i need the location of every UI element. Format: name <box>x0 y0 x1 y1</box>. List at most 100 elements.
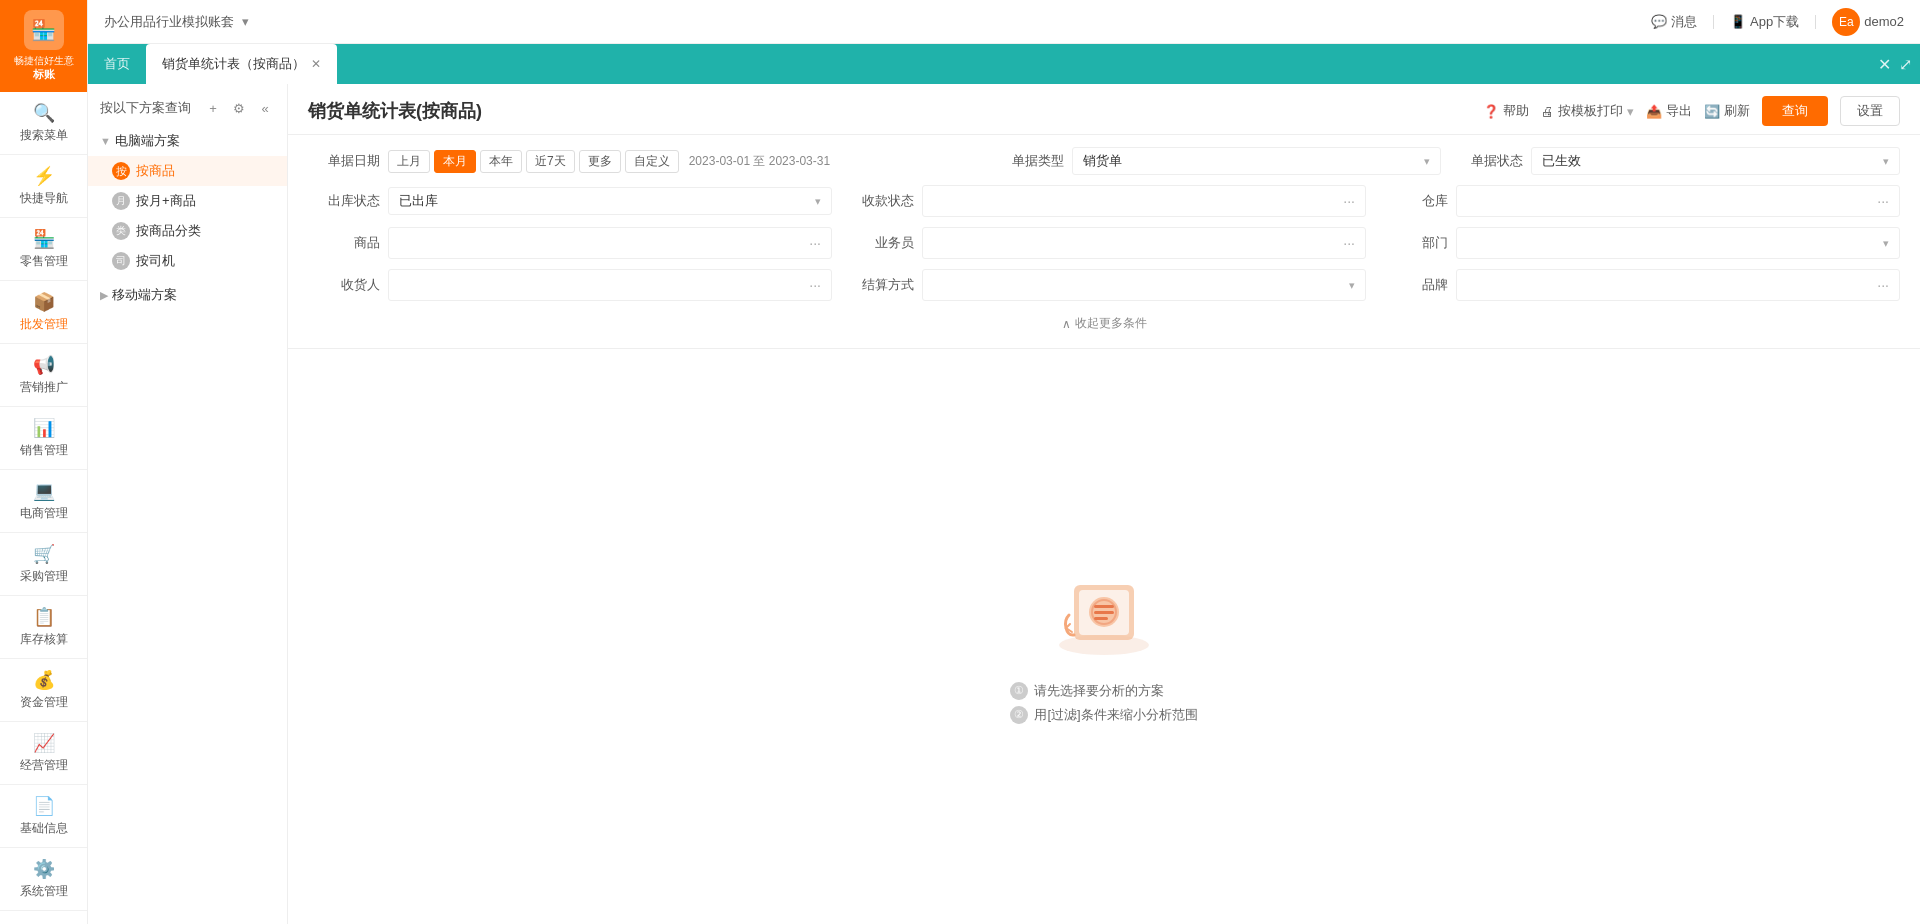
finance-icon: 💰 <box>33 669 55 691</box>
chevron-right-icon: ▶ <box>100 289 108 302</box>
recipient-select[interactable]: ··· <box>388 269 832 301</box>
tab-bar-actions: ✕ ⤢ <box>1878 55 1920 74</box>
help-btn[interactable]: ❓ 帮助 <box>1483 102 1529 120</box>
right-panel: 销货单统计表(按商品) ❓ 帮助 🖨 按模板打印 ▾ 📤 导出 <box>288 84 1920 924</box>
tab-sales-stat[interactable]: 销货单统计表（按商品） ✕ <box>146 44 337 84</box>
salesperson-filter: 业务员 ··· <box>842 227 1366 259</box>
header-right: 💬 消息 📱 App下载 Ea demo2 <box>1651 8 1904 36</box>
filter-row-2: 出库状态 已出库 ▾ 收款状态 ··· <box>308 185 1900 217</box>
dropdown-arrow[interactable]: ▾ <box>242 14 249 29</box>
app-logo: 🏪 畅捷信好生意 标账 <box>0 0 88 92</box>
sidebar-item-label: 系统管理 <box>20 883 68 900</box>
settings-btn[interactable]: 设置 <box>1840 96 1900 126</box>
sidebar-item-purchase[interactable]: 🛒 采购管理 <box>0 533 87 596</box>
header-left: 办公用品行业模拟账套 ▾ <box>104 13 249 31</box>
filter-row-1: 单据日期 上月 本月 本年 近7天 更多 自定义 2023-03-01 至 20… <box>308 147 1900 175</box>
refresh-btn[interactable]: 🔄 刷新 <box>1704 102 1750 120</box>
desktop-group-header[interactable]: ▼ 电脑端方案 <box>88 126 287 156</box>
left-panel-header-actions: + ⚙ « <box>203 98 275 118</box>
app-download-label: App下载 <box>1750 13 1799 31</box>
collapse-label: 收起更多条件 <box>1075 315 1147 332</box>
print-template-btn[interactable]: 🖨 按模板打印 ▾ <box>1541 102 1634 120</box>
doc-type-select[interactable]: 销货单 ▾ <box>1072 147 1441 175</box>
sidebar: 🏪 畅捷信好生意 标账 🔍 搜索菜单 ⚡ 快捷导航 🏪 零售管理 📦 批发管理 … <box>0 0 88 924</box>
sidebar-item-ecommerce[interactable]: 💻 电商管理 <box>0 470 87 533</box>
sidebar-item-system[interactable]: ⚙️ 系统管理 <box>0 848 87 911</box>
brand-select[interactable]: ··· <box>1456 269 1900 301</box>
doc-status-label: 单据状态 <box>1451 152 1531 170</box>
sidebar-item-label: 快捷导航 <box>20 190 68 207</box>
warehouse-status-filter: 出库状态 已出库 ▾ <box>308 187 832 215</box>
doc-status-select[interactable]: 已生效 ▾ <box>1531 147 1900 175</box>
settlement-select[interactable]: ▾ <box>922 269 1366 301</box>
salesperson-select[interactable]: ··· <box>922 227 1366 259</box>
tab-close-btn[interactable]: ✕ <box>311 57 321 71</box>
tab-home[interactable]: 首页 <box>88 44 146 84</box>
sidebar-item-basic-info[interactable]: 📄 基础信息 <box>0 785 87 848</box>
empty-tip-2: ② 用[过滤]条件来缩小分析范围 <box>1010 706 1197 724</box>
date-btn-last-month[interactable]: 上月 <box>388 150 430 173</box>
retail-icon: 🏪 <box>33 228 55 250</box>
message-btn[interactable]: 💬 消息 <box>1651 13 1697 31</box>
recipient-dots: ··· <box>809 277 821 293</box>
tab-minimize-btn[interactable]: ✕ <box>1878 55 1891 74</box>
settlement-arrow: ▾ <box>1349 279 1355 292</box>
warehouse-status-label: 出库状态 <box>308 192 388 210</box>
sidebar-item-label: 零售管理 <box>20 253 68 270</box>
marketing-icon: 📢 <box>33 354 55 376</box>
sidebar-item-operations[interactable]: 📈 经营管理 <box>0 722 87 785</box>
date-btn-more[interactable]: 更多 <box>579 150 621 173</box>
sidebar-item-label: 采购管理 <box>20 568 68 585</box>
settlement-filter: 结算方式 ▾ <box>842 269 1366 301</box>
sidebar-item-search-menu[interactable]: 🔍 搜索菜单 <box>0 92 87 155</box>
warehouse-status-select[interactable]: 已出库 ▾ <box>388 187 832 215</box>
empty-tips: ① 请先选择要分析的方案 ② 用[过滤]条件来缩小分析范围 <box>1010 682 1197 724</box>
payment-status-select[interactable]: ··· <box>922 185 1366 217</box>
sidebar-item-quick-nav[interactable]: ⚡ 快捷导航 <box>0 155 87 218</box>
date-btn-custom[interactable]: 自定义 <box>625 150 679 173</box>
warehouse-select[interactable]: ··· <box>1456 185 1900 217</box>
date-btn-this-year[interactable]: 本年 <box>480 150 522 173</box>
search-menu-icon: 🔍 <box>33 102 55 124</box>
collapse-row: ∧ 收起更多条件 <box>308 311 1900 336</box>
mobile-group-header[interactable]: ▶ 移动端方案 <box>88 280 287 310</box>
app-download-btn[interactable]: 📱 App下载 <box>1730 13 1799 31</box>
wholesale-icon: 📦 <box>33 291 55 313</box>
payment-status-label: 收款状态 <box>842 192 922 210</box>
sidebar-item-finance[interactable]: 💰 资金管理 <box>0 659 87 722</box>
solution-item-by-month-product[interactable]: 月 按月+商品 <box>88 186 287 216</box>
add-solution-btn[interactable]: + <box>203 98 223 118</box>
solution-item-by-printer[interactable]: 司 按司机 <box>88 246 287 276</box>
print-dropdown-icon: ▾ <box>1627 104 1634 119</box>
date-btn-this-month[interactable]: 本月 <box>434 150 476 173</box>
header-divider1 <box>1713 15 1714 29</box>
product-select[interactable]: ··· <box>388 227 832 259</box>
sidebar-item-sales[interactable]: 📊 销售管理 <box>0 407 87 470</box>
query-btn[interactable]: 查询 <box>1762 96 1828 126</box>
sidebar-item-enterprise[interactable]: 🤝 企业协同 <box>0 911 87 924</box>
tab-maximize-btn[interactable]: ⤢ <box>1899 55 1912 74</box>
doc-status-arrow: ▾ <box>1883 155 1889 168</box>
collapse-btn[interactable]: ∧ 收起更多条件 <box>308 311 1900 336</box>
solution-item-by-product[interactable]: 按 按商品 <box>88 156 287 186</box>
date-btn-last-7days[interactable]: 近7天 <box>526 150 575 173</box>
department-label: 部门 <box>1376 234 1456 252</box>
department-select[interactable]: ▾ <box>1456 227 1900 259</box>
solution-item-by-category[interactable]: 类 按商品分类 <box>88 216 287 246</box>
sidebar-item-inventory[interactable]: 📋 库存核算 <box>0 596 87 659</box>
user-btn[interactable]: Ea demo2 <box>1832 8 1904 36</box>
sidebar-item-retail[interactable]: 🏪 零售管理 <box>0 218 87 281</box>
collapse-panel-btn[interactable]: « <box>255 98 275 118</box>
left-panel: 按以下方案查询 + ⚙ « ▼ 电脑端方案 按 按商品 月 <box>88 84 288 924</box>
date-range-value: 2023-03-01 至 2023-03-31 <box>689 153 830 170</box>
sidebar-item-label: 基础信息 <box>20 820 68 837</box>
left-panel-title: 按以下方案查询 <box>100 99 191 117</box>
export-btn[interactable]: 📤 导出 <box>1646 102 1692 120</box>
settings-solution-btn[interactable]: ⚙ <box>229 98 249 118</box>
help-label: 帮助 <box>1503 102 1529 120</box>
export-label: 导出 <box>1666 102 1692 120</box>
sidebar-item-wholesale[interactable]: 📦 批发管理 <box>0 281 87 344</box>
sidebar-item-marketing[interactable]: 📢 营销推广 <box>0 344 87 407</box>
doc-type-arrow: ▾ <box>1424 155 1430 168</box>
sidebar-item-label: 经营管理 <box>20 757 68 774</box>
